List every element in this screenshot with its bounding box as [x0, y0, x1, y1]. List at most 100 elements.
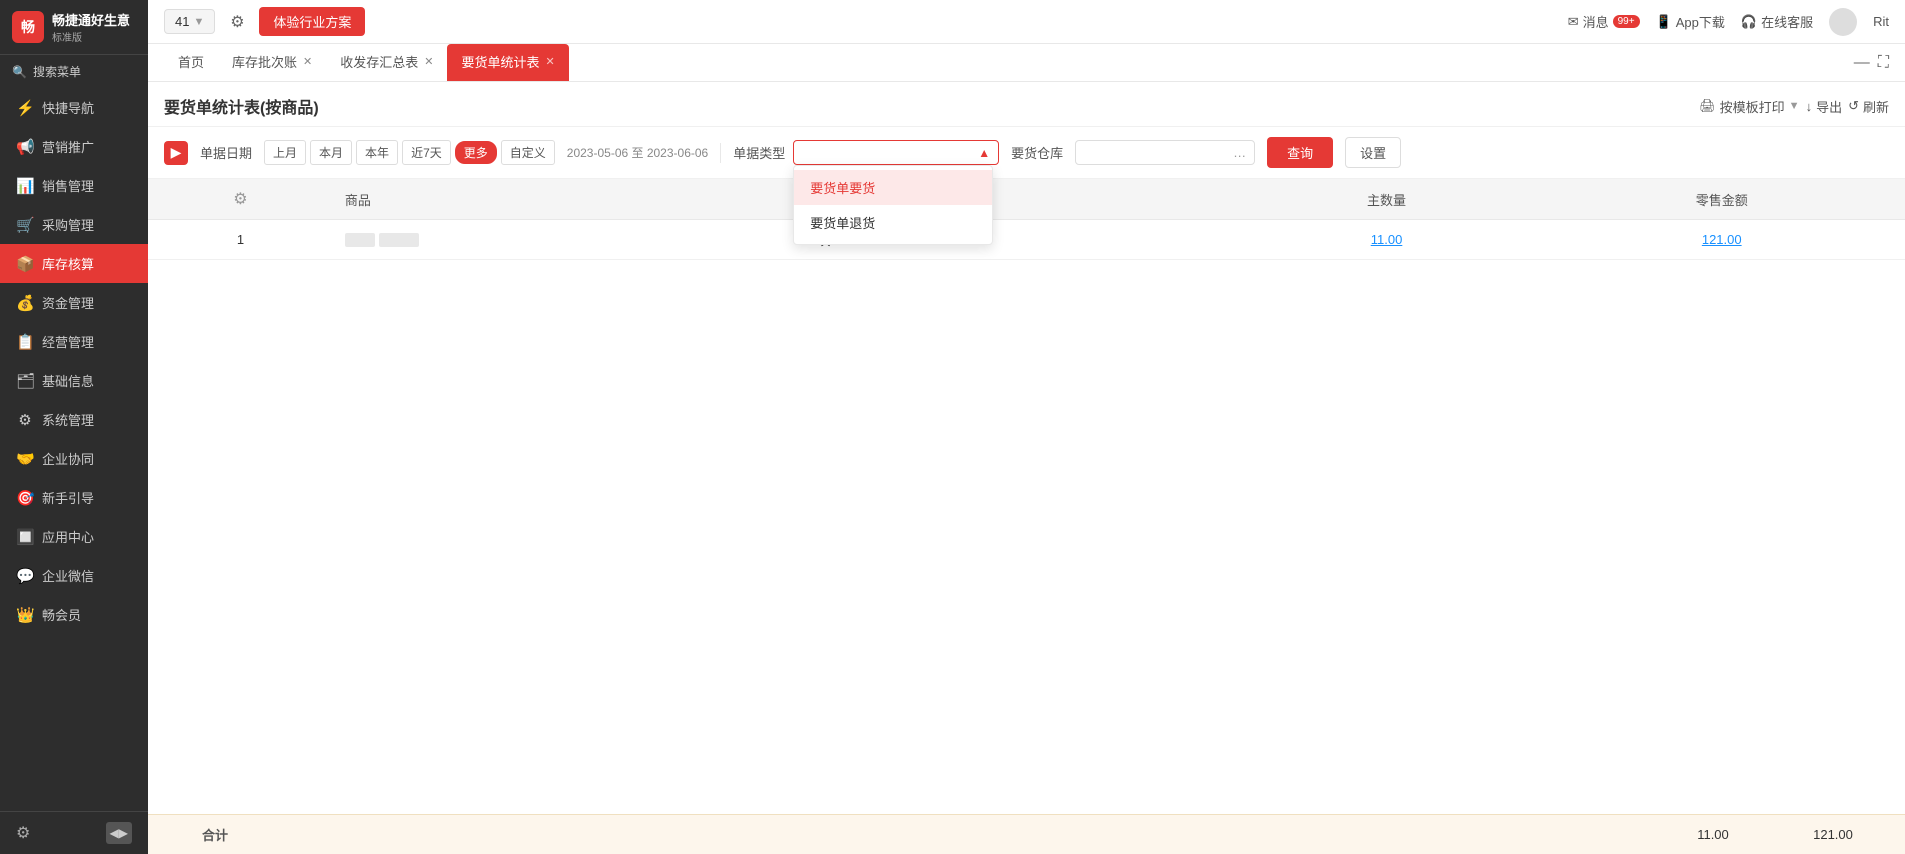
table-section: ⚙ 商品 主计量单位 主数量 零售金额 1 [148, 179, 1905, 814]
topbar-right: ✉ 消息 99+ 📱 App下载 🎧 在线客服 Rit [1568, 8, 1889, 36]
table-row: 1 块 11.00 121.00 [148, 220, 1905, 260]
type-selector[interactable]: ▲ [793, 140, 999, 165]
expand-icon: ▶ [171, 144, 182, 161]
type-dropdown-wrapper: ▲ 要货单要货 要货单退货 [793, 140, 999, 165]
tab-batch-inventory[interactable]: 库存批次账 ✕ [218, 44, 326, 81]
settings-icon[interactable]: ⚙ [16, 823, 30, 843]
nav-icon-appstore: 🔲 [16, 528, 34, 546]
message-icon: ✉ [1568, 14, 1579, 30]
sidebar-item-system[interactable]: ⚙系统管理 [0, 400, 148, 439]
sidebar-item-inventory[interactable]: 📦库存核算 [0, 244, 148, 283]
sidebar-item-purchase[interactable]: 🛒采购管理 [0, 205, 148, 244]
sidebar-item-appstore[interactable]: 🔲应用中心 [0, 517, 148, 556]
sidebar-item-basic[interactable]: 🗂 基础信息 [0, 361, 148, 400]
user-avatar[interactable] [1829, 8, 1857, 36]
col-settings[interactable]: ⚙ [148, 179, 333, 220]
type-input[interactable] [802, 145, 978, 160]
warehouse-selector[interactable]: … [1075, 140, 1255, 165]
nav-label-enterprise: 企业协同 [42, 449, 94, 468]
nav-label-purchase: 采购管理 [42, 215, 94, 234]
preset-more[interactable]: 更多 [455, 141, 497, 164]
row-amount[interactable]: 121.00 [1538, 220, 1905, 260]
sidebar-search[interactable]: 🔍 搜索菜单 [0, 55, 148, 88]
tab-order-summary-close[interactable]: ✕ [546, 55, 555, 68]
date-label: 单据日期 [200, 143, 252, 162]
sidebar-item-enterprise[interactable]: 🤝企业协同 [0, 439, 148, 478]
collapse-button[interactable]: ◀▶ [106, 822, 132, 844]
preset-this-month[interactable]: 本月 [310, 140, 352, 165]
nav-label-inventory: 库存核算 [42, 254, 94, 273]
nav-label-member: 畅会员 [42, 605, 81, 624]
sidebar-item-quick-nav[interactable]: ⚡快捷导航 [0, 88, 148, 127]
messages-item[interactable]: ✉ 消息 99+ [1568, 12, 1640, 31]
warehouse-dots[interactable]: … [1233, 145, 1246, 160]
sidebar-item-guide[interactable]: 🎯新手引导 [0, 478, 148, 517]
nav-label-system: 系统管理 [42, 410, 94, 429]
store-selector[interactable]: 41 ▼ [164, 9, 215, 34]
product-tag2 [379, 233, 419, 247]
date-range-display: 2023-05-06 至 2023-06-06 [567, 144, 708, 161]
print-button[interactable]: 🖨 按模板打印 ▼ [1699, 97, 1799, 116]
sidebar-item-marketing[interactable]: 📢营销推广 [0, 127, 148, 166]
tab-order-summary-label: 要货单统计表 [461, 52, 539, 71]
nav-icon-basic: 🗂 [16, 372, 34, 390]
page-title: 要货单统计表(按商品) [164, 94, 319, 118]
topbar: 41 ▼ ⚙ 体验行业方案 ✉ 消息 99+ 📱 App下载 🎧 在线客服 Ri… [148, 0, 1905, 44]
table-footer: 合计 11.00 121.00 [148, 814, 1905, 854]
industry-button[interactable]: 体验行业方案 [259, 7, 365, 36]
sidebar-item-operations[interactable]: 📋经营管理 [0, 322, 148, 361]
nav-label-basic: 基础信息 [42, 371, 94, 390]
online-service-item[interactable]: 🎧 在线客服 [1741, 12, 1813, 31]
query-button[interactable]: 查询 [1267, 137, 1333, 168]
tab-batch-inventory-close[interactable]: ✕ [303, 55, 312, 68]
tab-home[interactable]: 首页 [164, 44, 218, 81]
sidebar-item-finance[interactable]: 💰资金管理 [0, 283, 148, 322]
tab-receipt-summary[interactable]: 收发存汇总表 ✕ [326, 44, 447, 81]
dropdown-item-order-purchase[interactable]: 要货单要货 [794, 170, 992, 205]
print-label: 按模板打印 [1720, 97, 1785, 116]
tab-minimize-icon[interactable]: — [1854, 54, 1870, 72]
dropdown-item-order-return[interactable]: 要货单退货 [794, 205, 992, 240]
main-content: 41 ▼ ⚙ 体验行业方案 ✉ 消息 99+ 📱 App下载 🎧 在线客服 Ri… [148, 0, 1905, 854]
export-icon: ↓ [1806, 99, 1813, 114]
print-dropdown-arrow[interactable]: ▼ [1789, 100, 1800, 112]
col-quantity: 主数量 [1235, 179, 1539, 220]
topbar-left: 41 ▼ ⚙ 体验行业方案 [164, 7, 1556, 36]
page-header: 要货单统计表(按商品) 🖨 按模板打印 ▼ ↓ 导出 ↺ 刷新 [148, 82, 1905, 127]
page-content: 要货单统计表(按商品) 🖨 按模板打印 ▼ ↓ 导出 ↺ 刷新 [148, 82, 1905, 854]
tab-receipt-summary-close[interactable]: ✕ [424, 55, 433, 68]
sidebar-item-wechat[interactable]: 💬 企业微信 [0, 556, 148, 595]
refresh-label: 刷新 [1863, 97, 1889, 116]
tab-receipt-summary-label: 收发存汇总表 [340, 52, 418, 71]
nav-icon-wechat: 💬 [16, 567, 34, 585]
nav-icon-operations: 📋 [16, 333, 34, 351]
app-download-label: App下载 [1676, 12, 1725, 31]
sidebar-nav: ⚡快捷导航📢营销推广 📊 销售管理 🛒采购管理📦库存核算💰资金管理📋经营管理 🗂 基础信息… [0, 88, 148, 811]
filter-expand-button[interactable]: ▶ [164, 141, 188, 165]
refresh-button[interactable]: ↺ 刷新 [1848, 97, 1889, 116]
preset-7days[interactable]: 近7天 [402, 140, 451, 165]
sidebar-item-sales[interactable]: 📊 销售管理 [0, 166, 148, 205]
tab-order-summary[interactable]: 要货单统计表 ✕ [447, 44, 568, 81]
nav-label-sales: 销售管理 [42, 176, 94, 195]
tab-expand-icon[interactable]: ⛶ [1878, 54, 1889, 72]
nav-icon-sales: 📊 [16, 177, 34, 195]
nav-label-wechat: 企业微信 [42, 566, 94, 585]
export-label: 导出 [1816, 97, 1842, 116]
filter-bar: ▶ 单据日期 上月 本月 本年 近7天 更多 自定义 2023-05-06 至 … [148, 127, 1905, 179]
sidebar-item-member[interactable]: 👑畅会员 [0, 595, 148, 634]
nav-icon-quick-nav: ⚡ [16, 99, 34, 117]
filter-divider [720, 143, 721, 163]
gear-button[interactable]: ⚙ [223, 8, 251, 36]
preset-last-month[interactable]: 上月 [264, 140, 306, 165]
preset-custom[interactable]: 自定义 [501, 140, 555, 165]
headset-icon: 🎧 [1741, 14, 1757, 30]
username-label: Rit [1873, 14, 1889, 29]
preset-this-year[interactable]: 本年 [356, 140, 398, 165]
settings-button[interactable]: 设置 [1345, 137, 1401, 168]
export-button[interactable]: ↓ 导出 [1806, 97, 1843, 116]
collapse-icon: ◀▶ [110, 826, 128, 840]
row-quantity[interactable]: 11.00 [1235, 220, 1539, 260]
app-download-item[interactable]: 📱 App下载 [1656, 12, 1725, 31]
type-selector-close-icon[interactable]: ▲ [978, 146, 990, 160]
